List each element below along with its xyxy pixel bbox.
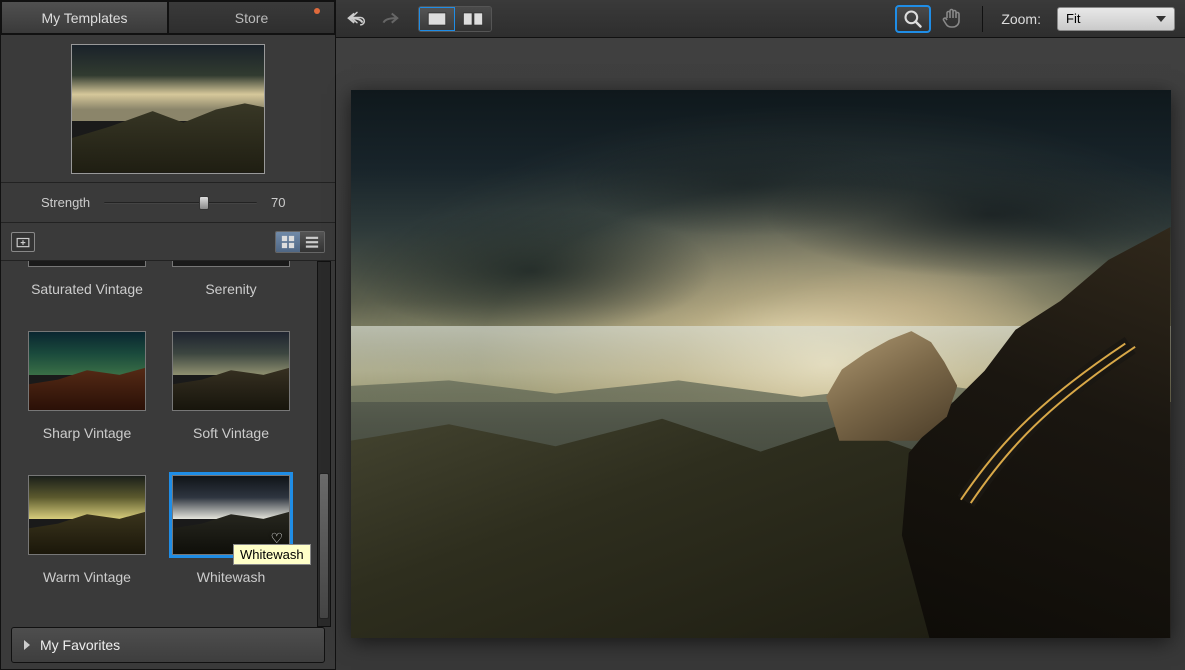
preset-toolbar <box>1 223 335 261</box>
preview-thumbnail[interactable] <box>71 44 265 174</box>
preset-label: Warm Vintage <box>43 569 131 585</box>
road-detail <box>925 337 1171 501</box>
hand-tool-button[interactable] <box>940 7 964 31</box>
preset-label: Sharp Vintage <box>43 425 131 441</box>
tab-my-templates-label: My Templates <box>41 10 127 26</box>
preset-scrollbar[interactable] <box>317 261 331 627</box>
redo-button[interactable] <box>378 8 400 30</box>
main-image[interactable] <box>351 90 1171 638</box>
zoom-value: Fit <box>1066 11 1080 26</box>
add-folder-icon <box>15 235 31 249</box>
undo-icon <box>346 8 368 30</box>
preset-scroller: Saturated Vintage Serenity Sharp Vintage… <box>1 261 335 627</box>
strength-value: 70 <box>271 195 321 210</box>
right-panel: Zoom: Fit <box>336 0 1185 670</box>
single-view-button[interactable] <box>419 7 455 31</box>
preset-serenity[interactable]: Serenity <box>171 261 291 297</box>
top-toolbar: Zoom: Fit <box>336 0 1185 38</box>
magnifier-icon <box>903 9 923 29</box>
strength-slider[interactable] <box>104 196 257 210</box>
preset-warm-vintage[interactable]: Warm Vintage <box>27 475 147 585</box>
hand-icon <box>940 7 964 31</box>
tooltip-whitewash: Whitewash <box>233 544 311 565</box>
preset-sharp-vintage[interactable]: Sharp Vintage <box>27 331 147 441</box>
chevron-right-icon <box>24 640 30 650</box>
grid-view-icon <box>281 235 295 249</box>
zoom-tool-button[interactable] <box>896 6 930 32</box>
preset-soft-vintage[interactable]: Soft Vintage <box>171 331 291 441</box>
store-notification-dot <box>314 8 320 14</box>
tab-store-label: Store <box>235 10 268 26</box>
preset-label: Saturated Vintage <box>31 281 143 297</box>
scrollbar-thumb[interactable] <box>319 473 329 619</box>
my-favorites-section[interactable]: My Favorites <box>11 627 325 663</box>
left-panel: My Templates Store Strength 70 <box>0 0 336 670</box>
strength-label: Strength <box>41 195 90 210</box>
zoom-label: Zoom: <box>1001 11 1041 27</box>
preset-label: Whitewash <box>197 569 265 585</box>
tab-store[interactable]: Store <box>168 1 335 34</box>
grid-view-button[interactable] <box>276 232 300 252</box>
tab-my-templates[interactable]: My Templates <box>1 1 168 34</box>
preset-label: Soft Vintage <box>193 425 269 441</box>
add-folder-button[interactable] <box>11 232 35 252</box>
preview-area <box>1 35 335 183</box>
preset-whitewash[interactable]: ♡ Whitewash Whitewash <box>171 475 291 585</box>
preset-saturated-vintage[interactable]: Saturated Vintage <box>27 261 147 297</box>
single-view-icon <box>426 12 448 26</box>
zoom-select[interactable]: Fit <box>1057 7 1175 31</box>
undo-button[interactable] <box>346 8 368 30</box>
compare-view-button[interactable] <box>455 7 491 31</box>
chevron-down-icon <box>1156 16 1166 22</box>
my-favorites-label: My Favorites <box>40 637 120 653</box>
canvas-area <box>336 38 1185 670</box>
separator <box>982 6 983 32</box>
tabs: My Templates Store <box>1 1 335 35</box>
preset-label: Serenity <box>205 281 256 297</box>
strength-row: Strength 70 <box>1 183 335 223</box>
view-toggle <box>275 231 325 253</box>
preset-grid: Saturated Vintage Serenity Sharp Vintage… <box>1 261 317 599</box>
list-view-button[interactable] <box>300 232 324 252</box>
list-view-icon <box>305 235 319 249</box>
redo-icon <box>378 8 400 30</box>
view-mode-group <box>418 6 492 32</box>
compare-view-icon <box>462 12 484 26</box>
